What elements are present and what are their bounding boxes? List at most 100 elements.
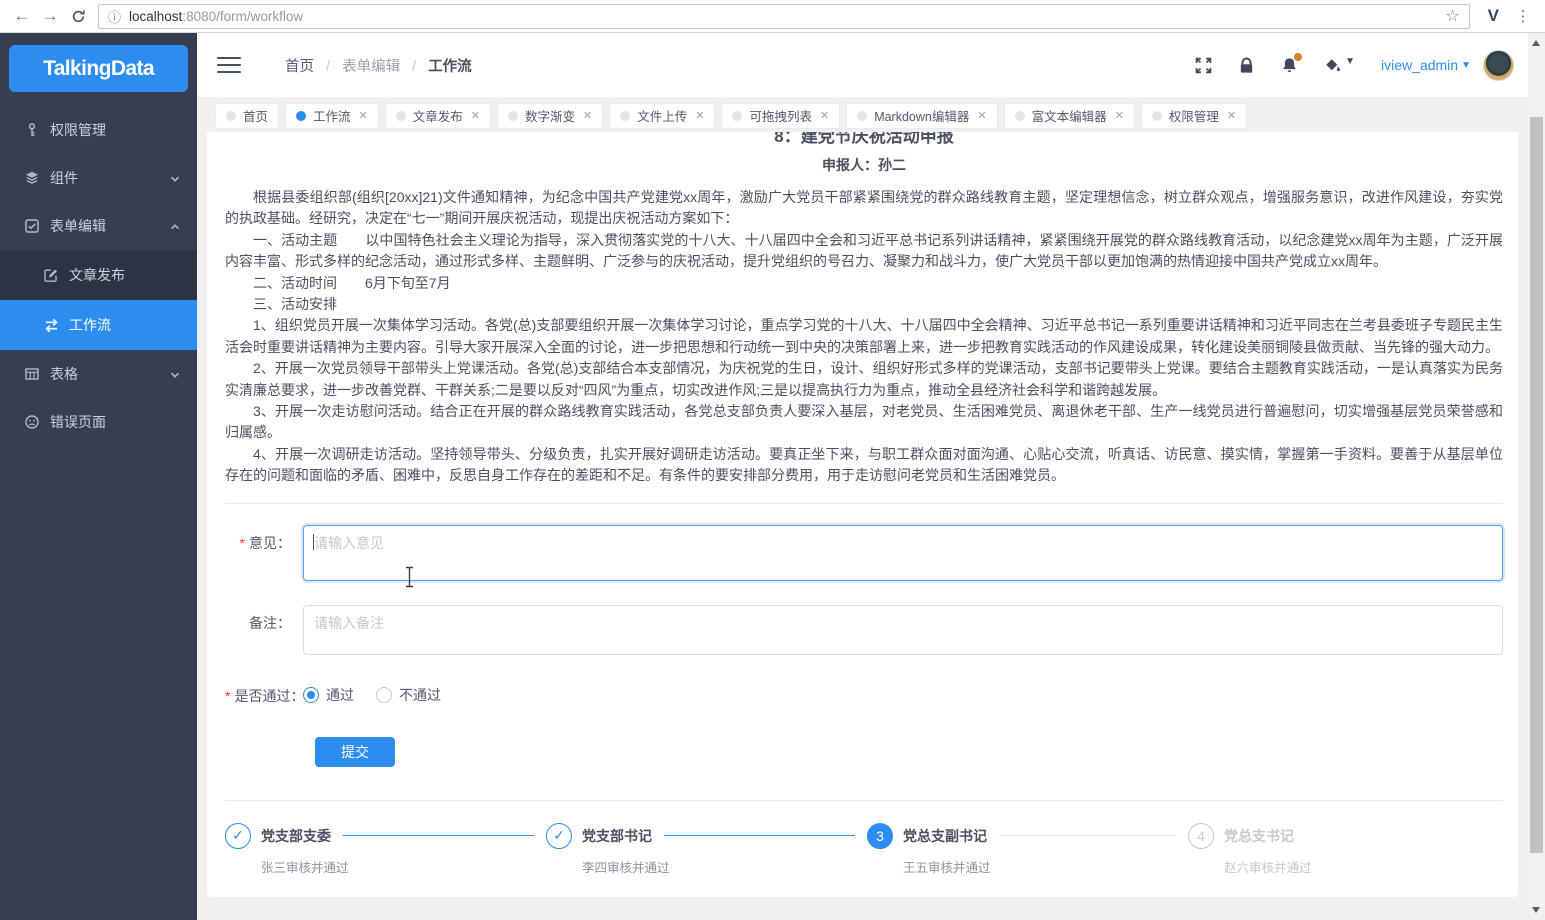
breadcrumb: 首页 / 表单编辑 / 工作流 xyxy=(285,55,472,76)
required-marker: * xyxy=(239,534,245,551)
breadcrumb-item[interactable]: 表单编辑 xyxy=(342,59,400,75)
step-title: 党总支副书记 xyxy=(903,827,987,844)
step-content: 张三审核并通过 xyxy=(261,860,349,875)
app-logo[interactable]: TalkingData xyxy=(9,45,188,92)
doc-paragraph: 一、活动主题 以中国特色社会主义理论为指导，深入贯彻落实党的十八大、十八届四中全… xyxy=(225,231,1503,270)
key-icon xyxy=(24,122,41,139)
checkbox-icon xyxy=(24,218,41,235)
scrollbar-down-arrow[interactable] xyxy=(1532,907,1540,913)
pass-radio-group: 通过 不通过 xyxy=(303,685,441,706)
tab-permission[interactable]: 权限管理 ✕ xyxy=(1140,102,1248,129)
tab-article[interactable]: 文章发布 ✕ xyxy=(384,102,491,129)
tab-close-icon[interactable]: ✕ xyxy=(1227,109,1236,122)
opinion-input[interactable] xyxy=(303,524,1503,581)
browser-chrome: ← → ⓘ localhost:8080/form/workflow ☆ V ⋮ xyxy=(0,0,1545,33)
bookmark-star-icon[interactable]: ☆ xyxy=(1445,6,1459,26)
chevron-up-icon xyxy=(169,220,181,232)
scrollbar-up-arrow[interactable] xyxy=(1532,40,1540,46)
tab-close-icon[interactable]: ✕ xyxy=(583,109,592,122)
step-1: ✓ 党支部支委 张三审核并通过 xyxy=(225,822,546,876)
step-content: 王五审核并通过 xyxy=(903,860,991,875)
sidebar-item-error-page[interactable]: 错误页面 xyxy=(0,398,197,446)
doc-paragraph: 2、开展一次党员领导干部带头上党课活动。各党(总)支部结合本支部情况，为庆祝党的… xyxy=(225,360,1503,398)
sidebar-item-form-edit[interactable]: 表单编辑 xyxy=(0,202,197,250)
step-title: 党总支书记 xyxy=(1224,827,1294,844)
opinion-row: * 意见： xyxy=(225,524,1503,581)
tab-label: 权限管理 xyxy=(1168,110,1219,124)
tab-close-icon[interactable]: ✕ xyxy=(820,109,829,122)
tab-status-dot xyxy=(1014,110,1025,121)
doc-paragraph: 4、开展一次调研走访活动。坚持领导带头、分级负责，扎实开展好调研走访活动。要真正… xyxy=(225,445,1503,484)
opened-tabs-bar: 首页 工作流 ✕ 文章发布 ✕ 数字渐变 ✕ 文件上传 ✕ 可拖拽列表 ✕ Markdown编辑器 ✕ 富… xyxy=(197,97,1528,132)
tab-close-icon[interactable]: ✕ xyxy=(695,109,704,122)
tab-label: 工作流 xyxy=(313,110,351,124)
lock-icon xyxy=(1240,57,1253,73)
tab-close-icon[interactable]: ✕ xyxy=(1115,109,1124,122)
fullscreen-button[interactable] xyxy=(1194,56,1213,75)
remark-input[interactable] xyxy=(303,604,1503,655)
tab-draglist[interactable]: 可拖拽列表 ✕ xyxy=(721,102,841,129)
tab-status-dot xyxy=(620,110,631,121)
sidebar-item-label: 权限管理 xyxy=(50,122,106,138)
sidebar-item-label: 组件 xyxy=(50,170,78,186)
sidebar-item-article-publish[interactable]: 文章发布 xyxy=(0,250,197,300)
tab-richtext[interactable]: 富文本编辑器 ✕ xyxy=(1003,102,1135,129)
pass-label: * 是否通过： xyxy=(225,687,305,704)
user-menu[interactable]: iview_admin ▼ xyxy=(1381,57,1471,73)
tab-markdown[interactable]: Markdown编辑器 ✕ xyxy=(846,102,998,129)
notifications-button[interactable] xyxy=(1280,52,1303,75)
address-bar[interactable]: ⓘ localhost:8080/form/workflow ☆ xyxy=(98,3,1470,29)
app-logo-text: TalkingData xyxy=(43,56,154,80)
header-actions: ▼ iview_admin ▼ xyxy=(1170,49,1514,81)
layers-icon xyxy=(24,170,41,187)
remark-row: 备注： xyxy=(225,604,1503,655)
sidebar-item-tables[interactable]: 表格 xyxy=(0,350,197,398)
doc-paragraph: 二、活动时间 6月下旬至7月 xyxy=(253,274,451,291)
breadcrumb-item: 工作流 xyxy=(428,58,472,75)
tab-label: 富文本编辑器 xyxy=(1031,110,1107,124)
url-path: :8080/form/workflow xyxy=(182,8,304,24)
sidebar-item-permission[interactable]: 权限管理 xyxy=(0,106,197,154)
url-host: localhost xyxy=(129,8,183,24)
browser-forward-button[interactable]: → xyxy=(36,3,64,29)
step-check-icon: ✓ xyxy=(225,822,251,849)
tab-label: Markdown编辑器 xyxy=(874,110,970,124)
scrollbar-thumb[interactable] xyxy=(1530,117,1543,853)
vue-devtools-icon[interactable]: V xyxy=(1488,6,1499,26)
lock-screen-button[interactable] xyxy=(1237,56,1256,75)
sidebar-item-workflow[interactable]: 工作流 xyxy=(0,300,197,350)
tab-upload[interactable]: 文件上传 ✕ xyxy=(609,102,716,129)
workflow-card: 8：建党节庆祝活动申报 申报人：孙二 根据县委组织部(组织[20xx]21)文件… xyxy=(207,132,1518,897)
breadcrumb-item[interactable]: 首页 xyxy=(285,59,314,75)
browser-refresh-button[interactable] xyxy=(64,3,92,29)
page-info-icon[interactable]: ⓘ xyxy=(108,7,121,26)
radio-通过[interactable]: 通过 xyxy=(303,685,354,705)
step-4: 4 党总支书记 赵六审核并通过 xyxy=(1188,822,1503,876)
tab-close-icon[interactable]: ✕ xyxy=(471,109,480,122)
tab-workflow[interactable]: 工作流 ✕ xyxy=(285,102,379,129)
radio-不通过[interactable]: 不通过 xyxy=(376,685,441,705)
doc-paragraph: 3、开展一次走访慰问活动。结合正在开展的群众路线教育实践活动，各党总支部负责人要… xyxy=(225,403,1503,441)
avatar[interactable] xyxy=(1483,49,1514,81)
document-applicant: 申报人：孙二 xyxy=(822,157,906,173)
tab-status-dot xyxy=(226,110,236,121)
browser-back-button[interactable]: ← xyxy=(8,3,36,29)
tab-status-dot xyxy=(732,110,743,121)
step-connector-line xyxy=(664,835,855,837)
theme-button[interactable]: ▼ xyxy=(1323,56,1355,75)
sidebar-item-label: 错误页面 xyxy=(50,414,106,430)
browser-menu-button[interactable]: ⋮ xyxy=(1509,3,1537,29)
tab-close-icon[interactable]: ✕ xyxy=(359,109,368,122)
collapse-menu-button[interactable] xyxy=(217,52,241,78)
sidebar-item-label: 工作流 xyxy=(69,317,111,333)
tab-home[interactable]: 首页 xyxy=(215,102,280,129)
step-check-icon: ✓ xyxy=(546,822,572,849)
sidebar-menu: 权限管理组件表单编辑 文章发布工作流表格错误页面 xyxy=(0,106,197,446)
divider xyxy=(225,502,1503,504)
tab-gradient[interactable]: 数字渐变 ✕ xyxy=(496,102,604,129)
tab-close-icon[interactable]: ✕ xyxy=(977,109,986,122)
step-index: 3 xyxy=(867,822,893,849)
step-title: 党支部书记 xyxy=(582,827,652,844)
sidebar-item-components[interactable]: 组件 xyxy=(0,154,197,202)
submit-button[interactable]: 提交 xyxy=(315,736,395,767)
